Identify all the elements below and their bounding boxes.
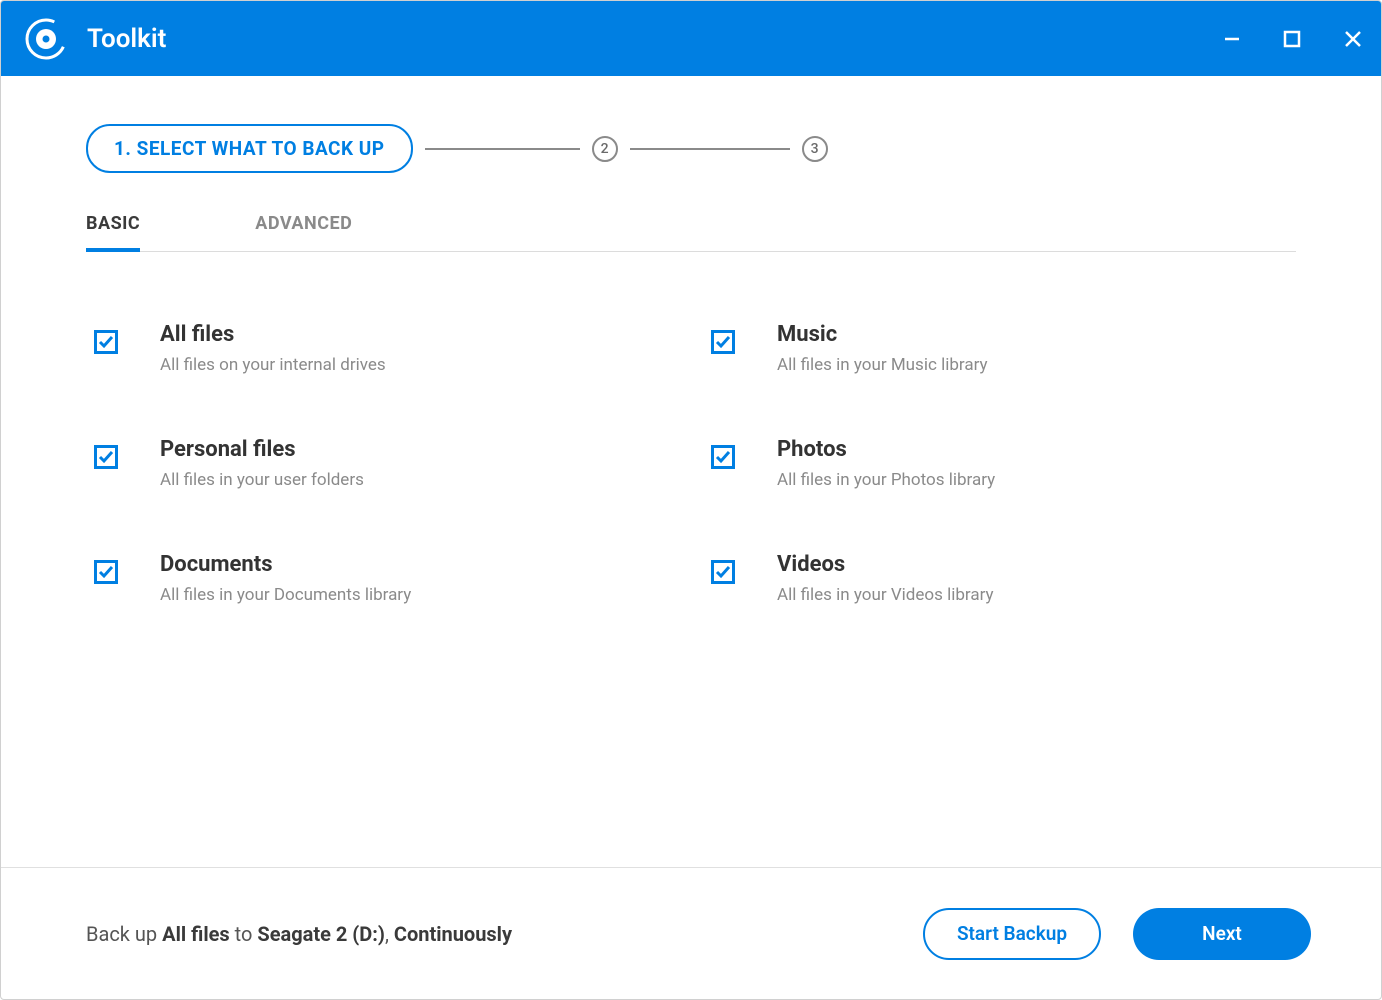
option-title: Personal files <box>160 437 364 462</box>
option-all-files: All files All files on your internal dri… <box>94 322 671 375</box>
option-title: Videos <box>777 552 994 577</box>
stepper: 1. SELECT WHAT TO BACK UP 2 3 <box>86 76 1296 213</box>
option-text: All files All files on your internal dri… <box>160 322 386 375</box>
title-bar: Toolkit <box>1 1 1381 76</box>
tabs: BASIC ADVANCED <box>86 213 1296 252</box>
option-desc: All files in your Music library <box>777 355 988 375</box>
app-icon <box>25 18 67 60</box>
option-title: Music <box>777 322 988 347</box>
step-3[interactable]: 3 <box>802 136 828 162</box>
footer: Back up All files to Seagate 2 (D:), Con… <box>1 867 1381 999</box>
minimize-button[interactable] <box>1223 30 1241 48</box>
summary-sep: , <box>385 922 394 946</box>
option-desc: All files in your user folders <box>160 470 364 490</box>
next-button[interactable]: Next <box>1133 908 1311 960</box>
option-text: Documents All files in your Documents li… <box>160 552 411 605</box>
summary-what: All files <box>162 922 230 946</box>
checkbox-documents[interactable] <box>94 560 118 584</box>
backup-summary: Back up All files to Seagate 2 (D:), Con… <box>86 922 512 946</box>
option-desc: All files in your Photos library <box>777 470 995 490</box>
option-music: Music All files in your Music library <box>711 322 1288 375</box>
summary-prefix: Back up <box>86 922 162 946</box>
start-backup-button[interactable]: Start Backup <box>923 908 1101 960</box>
tab-basic[interactable]: BASIC <box>86 213 140 252</box>
maximize-button[interactable] <box>1283 30 1301 48</box>
option-desc: All files in your Videos library <box>777 585 994 605</box>
option-personal-files: Personal files All files in your user fo… <box>94 437 671 490</box>
checkbox-music[interactable] <box>711 330 735 354</box>
option-text: Photos All files in your Photos library <box>777 437 995 490</box>
main-content: 1. SELECT WHAT TO BACK UP 2 3 BASIC ADVA… <box>1 76 1381 867</box>
checkbox-videos[interactable] <box>711 560 735 584</box>
close-button[interactable] <box>1343 29 1363 49</box>
stepper-line <box>630 148 790 150</box>
step-1-active: 1. SELECT WHAT TO BACK UP <box>86 124 413 173</box>
summary-dest: Seagate 2 (D:) <box>257 922 385 946</box>
tab-advanced[interactable]: ADVANCED <box>255 213 352 252</box>
option-desc: All files on your internal drives <box>160 355 386 375</box>
option-title: All files <box>160 322 386 347</box>
option-text: Videos All files in your Videos library <box>777 552 994 605</box>
checkbox-personal-files[interactable] <box>94 445 118 469</box>
option-videos: Videos All files in your Videos library <box>711 552 1288 605</box>
window-controls <box>1223 29 1363 49</box>
titlebar-left: Toolkit <box>25 18 166 60</box>
footer-buttons: Start Backup Next <box>923 908 1311 960</box>
option-documents: Documents All files in your Documents li… <box>94 552 671 605</box>
option-text: Personal files All files in your user fo… <box>160 437 364 490</box>
app-window: Toolkit 1. SELECT WHAT TO BACK UP 2 3 BA… <box>0 0 1382 1000</box>
summary-freq: Continuously <box>394 922 512 946</box>
backup-options-grid: All files All files on your internal dri… <box>86 252 1296 605</box>
summary-to: to <box>230 922 258 946</box>
checkbox-all-files[interactable] <box>94 330 118 354</box>
checkbox-photos[interactable] <box>711 445 735 469</box>
option-title: Documents <box>160 552 411 577</box>
stepper-line <box>425 148 580 150</box>
option-title: Photos <box>777 437 995 462</box>
option-desc: All files in your Documents library <box>160 585 411 605</box>
option-text: Music All files in your Music library <box>777 322 988 375</box>
app-title: Toolkit <box>87 24 166 54</box>
option-photos: Photos All files in your Photos library <box>711 437 1288 490</box>
step-2[interactable]: 2 <box>592 136 618 162</box>
